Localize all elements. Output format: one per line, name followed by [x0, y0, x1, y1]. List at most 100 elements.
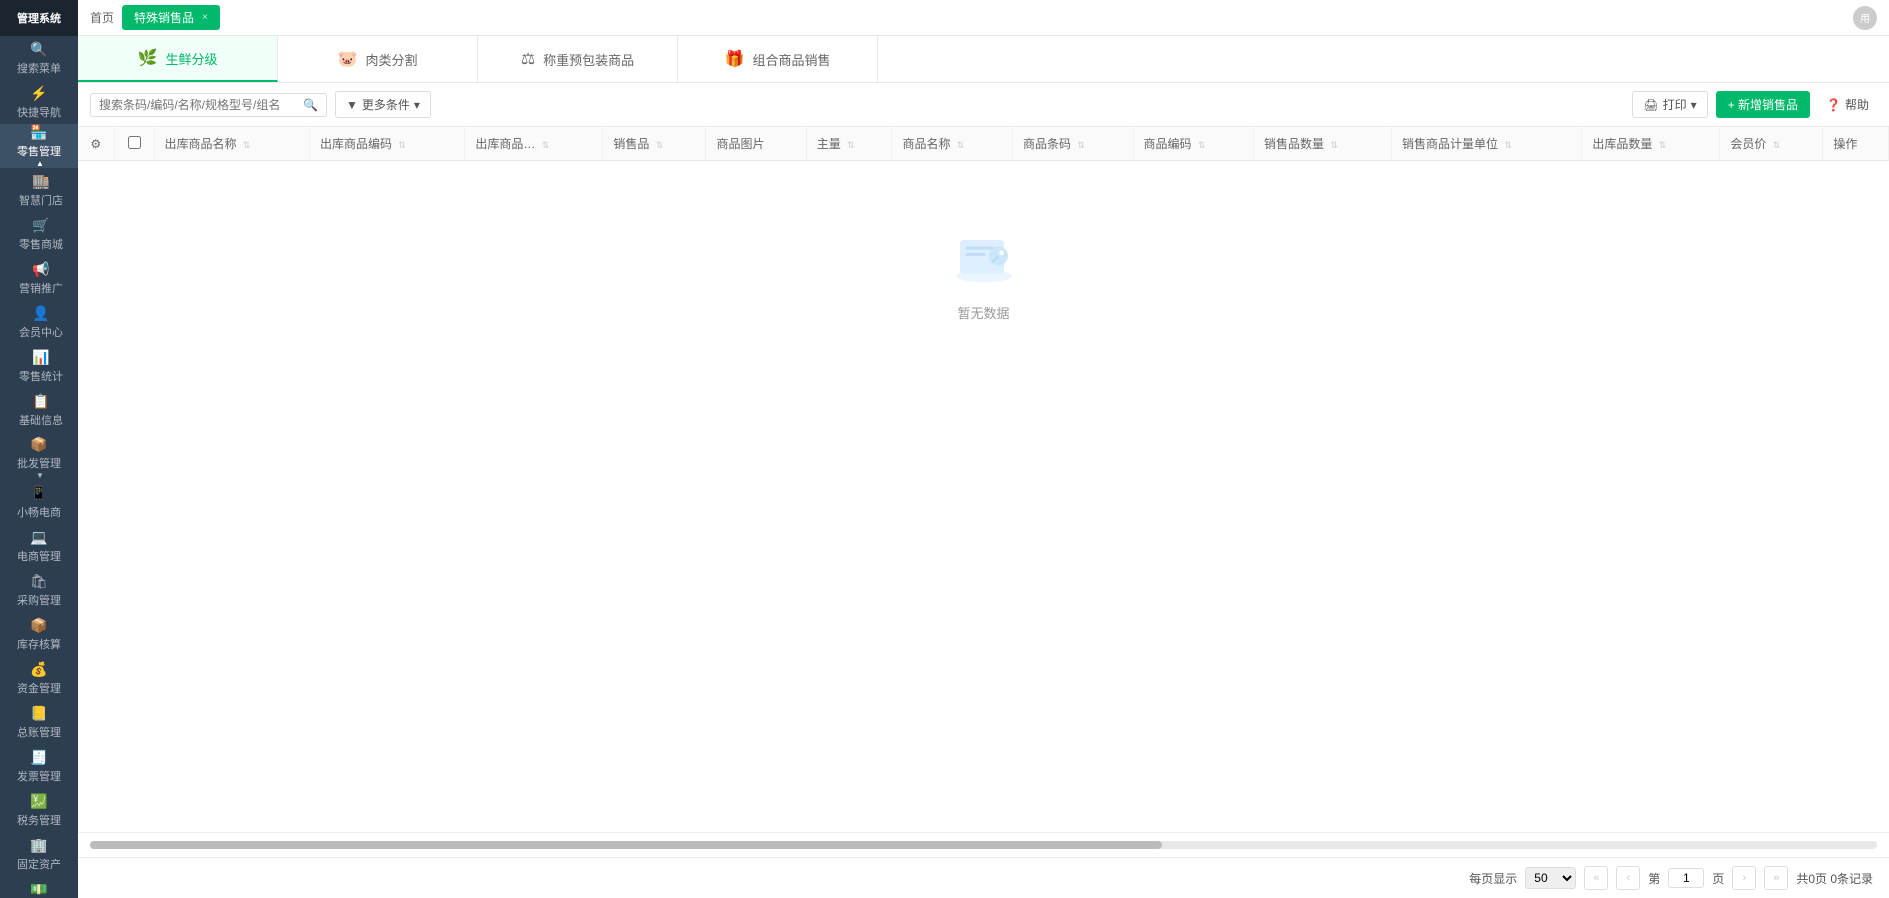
- sidebar-item-quick-nav-label: 快捷导航: [17, 104, 61, 120]
- col-goods-name[interactable]: 商品名称 ⇅: [892, 127, 1013, 161]
- empty-icon: [944, 221, 1024, 291]
- main-content: 首页 特殊销售品 × 用 🌿 生鲜分级 🐷 肉类分割 ⚖ 称重预包装商品: [78, 0, 1889, 898]
- tab-meat-cut-label: 肉类分割: [365, 50, 417, 69]
- mini-shop-icon: 📱: [30, 485, 47, 502]
- per-page-select[interactable]: 50 10 20 100: [1525, 867, 1576, 889]
- tab-combo-sales[interactable]: 🎁 组合商品销售: [678, 36, 878, 82]
- sidebar-item-marketing[interactable]: 📢 营销推广: [0, 256, 78, 300]
- tab-meat-cut[interactable]: 🐷 肉类分割: [278, 36, 478, 82]
- col-out-spec-label: 出库商品…: [475, 137, 535, 151]
- scrollbar-thumb[interactable]: [90, 841, 1162, 849]
- print-icon: 🖨: [1643, 98, 1658, 112]
- sidebar-item-basic-info[interactable]: 📋 基础信息: [0, 388, 78, 432]
- tab-fresh-grade[interactable]: 🌿 生鲜分级: [78, 36, 278, 82]
- sidebar-item-tax-label: 税务管理: [17, 812, 61, 828]
- col-out-spec[interactable]: 出库商品… ⇅: [465, 127, 603, 161]
- sidebar-item-retail-stats-label: 零售统计: [19, 368, 63, 384]
- sidebar-item-salary[interactable]: 💵 工资: [0, 876, 78, 898]
- tab-fresh-grade-label: 生鲜分级: [165, 49, 217, 68]
- tab-combo-sales-label: 组合商品销售: [752, 50, 830, 69]
- sort-sales-item-icon: ⇅: [656, 140, 664, 150]
- col-goods-code[interactable]: 商品编码 ⇅: [1133, 127, 1254, 161]
- col-sales-qty[interactable]: 销售品数量 ⇅: [1254, 127, 1392, 161]
- col-out-qty-label: 出库品数量: [1592, 137, 1652, 151]
- col-out-name[interactable]: 出库商品名称 ⇅: [154, 127, 309, 161]
- sidebar-item-retail[interactable]: 🏪 零售管理 ▲: [0, 124, 78, 168]
- topbar: 首页 特殊销售品 × 用: [78, 0, 1889, 36]
- sidebar-item-search[interactable]: 🔍 搜索菜单: [0, 36, 78, 80]
- empty-text: 暂无数据: [957, 303, 1009, 322]
- col-main-unit[interactable]: 主量 ⇅: [806, 127, 892, 161]
- sidebar-item-purchase-label: 采购管理: [17, 592, 61, 608]
- col-image[interactable]: 商品图片: [706, 127, 806, 161]
- sidebar-item-ecommerce[interactable]: 💻 电商管理: [0, 524, 78, 568]
- home-link[interactable]: 首页: [90, 9, 114, 26]
- sidebar-item-retail-label: 零售管理: [17, 143, 61, 159]
- sidebar-item-inventory[interactable]: 📦 库存核算: [0, 612, 78, 656]
- new-button[interactable]: + 新增销售品: [1716, 91, 1810, 118]
- smart-store-icon: 🏬: [32, 173, 49, 190]
- finance-icon: 💰: [30, 661, 47, 678]
- col-member-price-label: 会员价: [1730, 137, 1766, 151]
- sidebar-item-retail-stats[interactable]: 📊 零售统计: [0, 344, 78, 388]
- sidebar-item-member[interactable]: 👤 会员中心: [0, 300, 78, 344]
- sort-goods-name-icon: ⇅: [957, 140, 965, 150]
- fixed-assets-icon: 🏢: [30, 837, 47, 854]
- prev-page-icon: ‹: [1626, 872, 1630, 884]
- sidebar-item-tax[interactable]: 💹 税务管理: [0, 788, 78, 832]
- col-image-label: 商品图片: [716, 137, 764, 151]
- active-tab[interactable]: 特殊销售品 ×: [122, 5, 220, 30]
- tab-close-button[interactable]: ×: [202, 12, 208, 23]
- select-all-checkbox[interactable]: [128, 136, 141, 149]
- sidebar-item-smart-store[interactable]: 🏬 智慧门店: [0, 168, 78, 212]
- toolbar-right: 🖨 打印 ▾ + 新增销售品 ❓ 帮助: [1632, 91, 1877, 118]
- print-button[interactable]: 🖨 打印 ▾: [1632, 91, 1707, 118]
- sort-out-code-icon: ⇅: [398, 140, 406, 150]
- ecommerce-icon: 💻: [30, 529, 47, 546]
- prev-page-button[interactable]: ‹: [1616, 866, 1640, 890]
- help-button[interactable]: ❓ 帮助: [1818, 92, 1877, 117]
- col-out-code[interactable]: 出库商品编码 ⇅: [309, 127, 464, 161]
- sidebar-item-quick-nav[interactable]: ⚡ 快捷导航: [0, 80, 78, 124]
- basic-info-icon: 📋: [32, 393, 49, 410]
- col-main-unit-label: 主量: [817, 137, 841, 151]
- col-checkbox[interactable]: [114, 127, 154, 161]
- first-page-button[interactable]: «: [1584, 866, 1608, 890]
- filter-button[interactable]: ▼ 更多条件 ▾: [335, 91, 431, 118]
- sidebar-item-fixed-assets[interactable]: 🏢 固定资产: [0, 832, 78, 876]
- last-page-button[interactable]: »: [1764, 866, 1788, 890]
- col-out-qty[interactable]: 出库品数量 ⇅: [1582, 127, 1720, 161]
- sidebar-item-wholesale[interactable]: 📦 批发管理 ▼: [0, 436, 78, 480]
- filter-icon: ▼: [346, 98, 358, 112]
- fresh-grade-tab-icon: 🌿: [138, 48, 158, 68]
- col-gear[interactable]: ⚙: [78, 127, 114, 161]
- col-barcode[interactable]: 商品条码 ⇅: [1012, 127, 1133, 161]
- scrollbar-track[interactable]: [90, 841, 1877, 849]
- col-member-price[interactable]: 会员价 ⇅: [1720, 127, 1823, 161]
- new-btn-label: + 新增销售品: [1728, 96, 1798, 113]
- sidebar-item-finance[interactable]: 💰 资金管理: [0, 656, 78, 700]
- sidebar-item-ecommerce-label: 电商管理: [17, 548, 61, 564]
- sidebar-item-mini-shop[interactable]: 📱 小畅电商: [0, 480, 78, 524]
- sort-sales-qty-icon: ⇅: [1330, 140, 1338, 150]
- tab-weight-prepack[interactable]: ⚖ 称重预包装商品: [478, 36, 678, 82]
- sidebar-item-general-ledger[interactable]: 📒 总账管理: [0, 700, 78, 744]
- col-sales-unit[interactable]: 销售商品计量单位 ⇅: [1392, 127, 1582, 161]
- col-sales-item[interactable]: 销售品 ⇅: [603, 127, 706, 161]
- empty-state: 暂无数据: [78, 161, 1889, 382]
- sidebar-item-retail-mall-label: 零售商城: [19, 236, 63, 252]
- sidebar-item-retail-mall[interactable]: 🛒 零售商城: [0, 212, 78, 256]
- col-sales-unit-label: 销售商品计量单位: [1402, 137, 1498, 151]
- search-input[interactable]: [99, 98, 299, 112]
- sidebar-item-invoice[interactable]: 🧾 发票管理: [0, 744, 78, 788]
- sort-member-price-icon: ⇅: [1773, 140, 1781, 150]
- col-sales-qty-label: 销售品数量: [1264, 137, 1324, 151]
- sidebar-item-purchase[interactable]: 🛍 采购管理: [0, 568, 78, 612]
- page-input[interactable]: [1668, 868, 1704, 888]
- filter-label: 更多条件: [362, 96, 410, 113]
- tab-weight-prepack-label: 称重预包装商品: [543, 50, 634, 69]
- sort-out-spec-icon: ⇅: [542, 140, 550, 150]
- sidebar-item-smart-store-label: 智慧门店: [19, 192, 63, 208]
- search-box[interactable]: 🔍: [90, 93, 327, 117]
- next-page-button[interactable]: ›: [1732, 866, 1756, 890]
